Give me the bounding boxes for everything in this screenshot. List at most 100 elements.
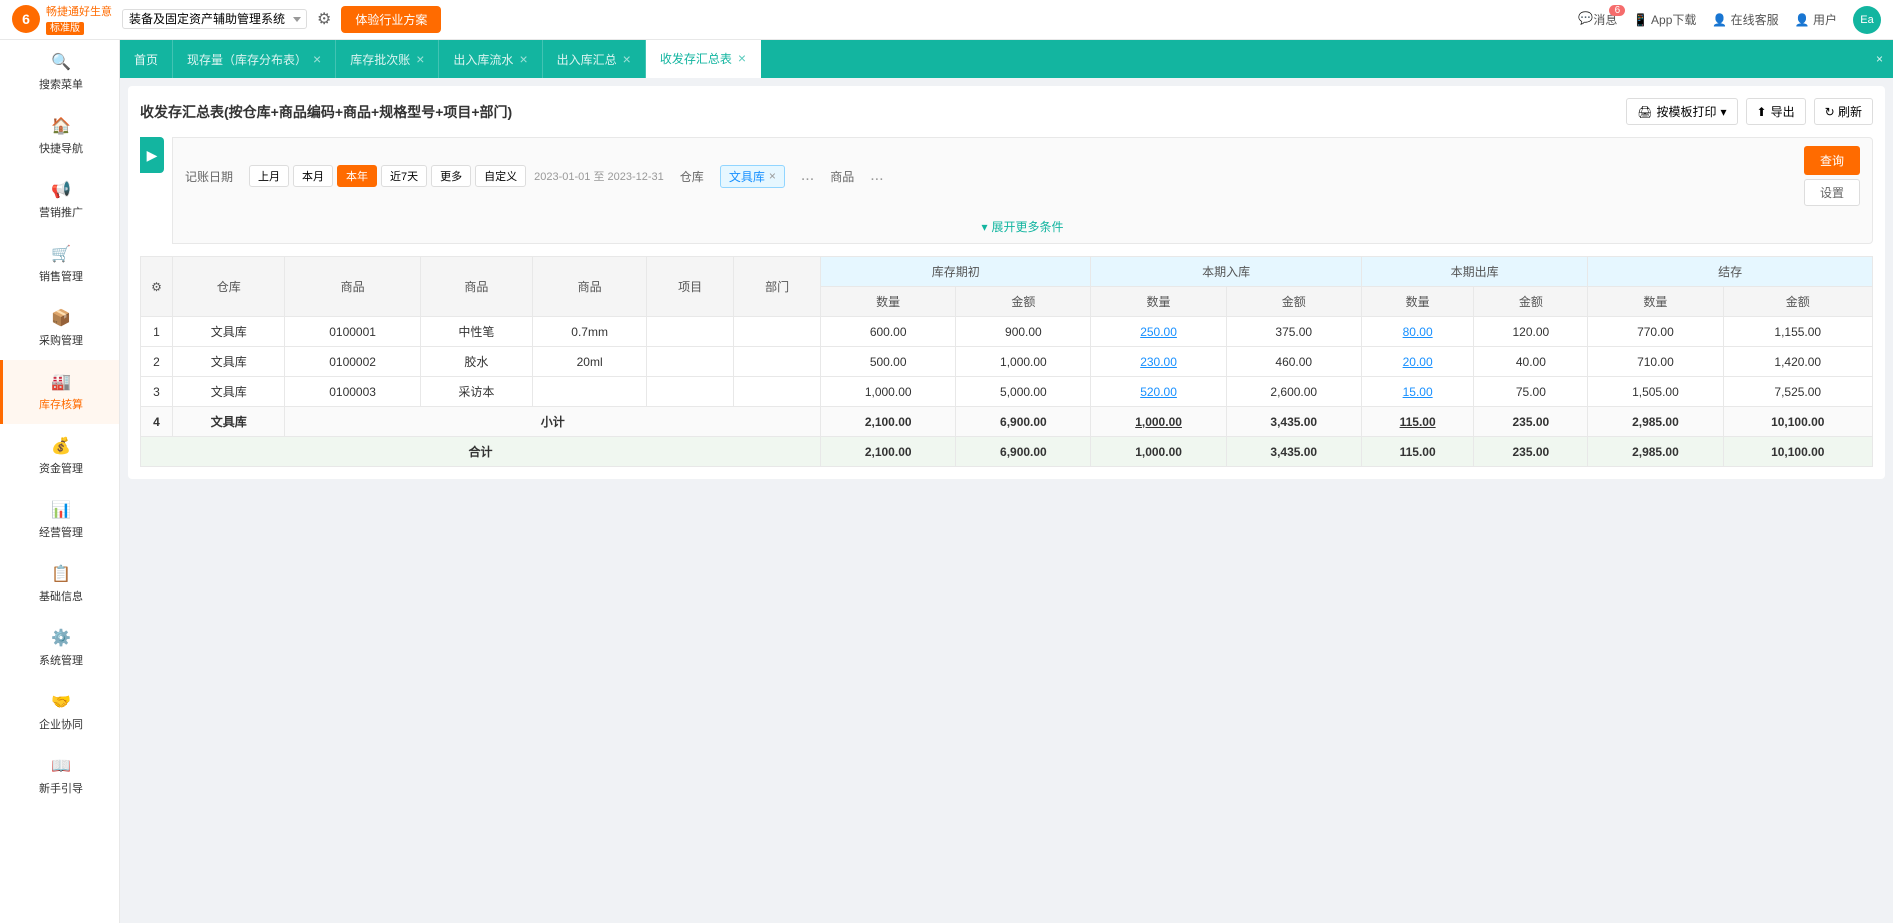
expand-more-button[interactable]: ▾ 展开更多条件 <box>981 218 1063 235</box>
refresh-button[interactable]: ↻ 刷新 <box>1814 98 1873 125</box>
settings-button[interactable]: ⚙ <box>317 9 331 29</box>
sidebar-item-baseinfo[interactable]: 📋 基础信息 <box>0 552 119 616</box>
row-out-qty[interactable]: 80.00 <box>1361 317 1474 347</box>
sidebar-item-inventory[interactable]: 🏭 库存核算 <box>0 360 119 424</box>
tab-close-icon[interactable]: × <box>416 51 424 67</box>
row-open-qty: 500.00 <box>821 347 956 377</box>
warehouse-tag-close[interactable]: × <box>769 169 776 183</box>
sidebar-item-label: 系统管理 <box>39 652 83 668</box>
subtotal-warehouse: 文具库 <box>173 407 285 437</box>
row-out-amt: 40.00 <box>1474 347 1588 377</box>
col-settings[interactable]: ⚙ <box>141 257 173 317</box>
row-warehouse: 文具库 <box>173 317 285 347</box>
row-out-qty[interactable]: 15.00 <box>1361 377 1474 407</box>
in-amt-header: 金额 <box>1226 287 1361 317</box>
date-btn-thismonth[interactable]: 本月 <box>293 165 333 187</box>
row-in-amt: 375.00 <box>1226 317 1361 347</box>
tab-home[interactable]: 首页 <box>120 40 173 78</box>
table-row: 3 文具库 0100003 采访本 1,000.00 5,000.00 520.… <box>141 377 1873 407</box>
page-title: 收发存汇总表(按仓库+商品编码+商品+规格型号+项目+部门) <box>140 102 512 122</box>
filter-row-1: 记账日期 上月 本月 本年 近7天 更多 自定义 2023-01-01 至 20… <box>185 146 1860 206</box>
date-btn-custom[interactable]: 自定义 <box>475 165 526 187</box>
date-btn-7days[interactable]: 近7天 <box>381 165 427 187</box>
data-table: ⚙ 仓库 商品 商品 商品 项目 部门 库存期初 本期入库 本期出库 结存 <box>140 256 1873 467</box>
tab-recv-send[interactable]: 收发存汇总表 × <box>646 40 761 78</box>
filter-toggle[interactable]: ▶ <box>140 137 164 173</box>
sidebar-item-purchase[interactable]: 📦 采购管理 <box>0 296 119 360</box>
query-button[interactable]: 查询 <box>1804 146 1860 175</box>
date-btn-lastmonth[interactable]: 上月 <box>249 165 289 187</box>
tab-inout-summary[interactable]: 出入库汇总 × <box>543 40 646 78</box>
warehouse-more-dots[interactable]: ... <box>801 167 814 185</box>
tag-label: 标准版 <box>46 22 84 35</box>
warehouse-tag[interactable]: 文具库 × <box>720 165 785 188</box>
sidebar-item-label: 企业协同 <box>39 716 83 732</box>
tab-inout-flow[interactable]: 出入库流水 × <box>439 40 542 78</box>
sidebar-item-quicknav[interactable]: 🏠 快捷导航 <box>0 104 119 168</box>
tab-close-icon[interactable]: × <box>519 51 527 67</box>
total-open-qty: 2,100.00 <box>821 437 956 467</box>
tab-label: 出入库流水 <box>453 51 513 68</box>
date-label: 记账日期 <box>185 168 233 185</box>
tab-close-icon[interactable]: × <box>623 51 631 67</box>
print-button[interactable]: 🖨 按模板打印 ▾ <box>1626 98 1737 125</box>
row-no: 2 <box>141 347 173 377</box>
table-container: ⚙ 仓库 商品 商品 商品 项目 部门 库存期初 本期入库 本期出库 结存 <box>140 256 1873 467</box>
row-in-qty[interactable]: 520.00 <box>1091 377 1226 407</box>
sidebar-item-system[interactable]: ⚙️ 系统管理 <box>0 616 119 680</box>
sidebar-item-sales[interactable]: 🛒 销售管理 <box>0 232 119 296</box>
total-in-qty: 1,000.00 <box>1091 437 1226 467</box>
system-icon: ⚙️ <box>51 628 71 648</box>
row-out-amt: 120.00 <box>1474 317 1588 347</box>
row-open-amt: 900.00 <box>956 317 1091 347</box>
date-btn-more[interactable]: 更多 <box>431 165 471 187</box>
sidebar-item-business[interactable]: 📊 经营管理 <box>0 488 119 552</box>
sidebar-item-label: 库存核算 <box>39 396 83 412</box>
row-in-qty[interactable]: 250.00 <box>1091 317 1226 347</box>
date-btn-thisyear[interactable]: 本年 <box>337 165 377 187</box>
subtotal-open-qty: 2,100.00 <box>821 407 956 437</box>
col-goods-name-header: 商品 <box>420 257 532 317</box>
sidebar-item-marketing[interactable]: 📢 营销推广 <box>0 168 119 232</box>
close-all-tab[interactable]: × <box>1866 40 1893 78</box>
tab-close-icon[interactable]: × <box>313 51 321 67</box>
row-close-qty: 770.00 <box>1588 317 1723 347</box>
sidebar-item-guide[interactable]: 📖 新手引导 <box>0 744 119 808</box>
user-icon: 👤 <box>1795 13 1810 27</box>
sidebar-item-label: 新手引导 <box>39 780 83 796</box>
row-project <box>647 347 734 377</box>
row-goods-spec <box>533 377 647 407</box>
sidebar-item-finance[interactable]: 💰 资金管理 <box>0 424 119 488</box>
col-goods-spec-header: 商品 <box>533 257 647 317</box>
settings-filter-button[interactable]: 设置 <box>1804 179 1860 206</box>
sidebar-item-collab[interactable]: 🤝 企业协同 <box>0 680 119 744</box>
in-qty-header: 数量 <box>1091 287 1226 317</box>
trial-button[interactable]: 体验行业方案 <box>341 6 441 33</box>
out-qty-header: 数量 <box>1361 287 1474 317</box>
export-button[interactable]: ⬆ 导出 <box>1746 98 1806 125</box>
business-icon: 📊 <box>51 500 71 520</box>
tab-batch[interactable]: 库存批次账 × <box>336 40 439 78</box>
row-open-amt: 1,000.00 <box>956 347 1091 377</box>
online-service[interactable]: 👤 在线客服 <box>1712 11 1778 28</box>
user-avatar[interactable]: Ea <box>1853 6 1881 34</box>
tab-inventory[interactable]: 现存量（库存分布表） × <box>173 40 336 78</box>
row-goods-name: 中性笔 <box>420 317 532 347</box>
user-area[interactable]: 👤 用户 <box>1795 11 1837 28</box>
messages-wrap[interactable]: 💬 6 消息 <box>1578 11 1617 28</box>
home-tab-label: 首页 <box>134 51 158 68</box>
row-goods-code: 0100001 <box>285 317 420 347</box>
row-goods-name: 胶水 <box>420 347 532 377</box>
row-in-qty[interactable]: 230.00 <box>1091 347 1226 377</box>
baseinfo-icon: 📋 <box>51 564 71 584</box>
tab-close-active-icon[interactable]: × <box>738 50 746 66</box>
sidebar-item-search[interactable]: 🔍 搜索菜单 <box>0 40 119 104</box>
system-select[interactable]: 装备及固定资产辅助管理系统 <box>122 9 307 29</box>
app-download[interactable]: 📱 App下载 <box>1633 11 1696 28</box>
purchase-icon: 📦 <box>51 308 71 328</box>
row-out-amt: 75.00 <box>1474 377 1588 407</box>
row-out-qty[interactable]: 20.00 <box>1361 347 1474 377</box>
total-out-qty: 115.00 <box>1361 437 1474 467</box>
service-icon: 👤 <box>1712 13 1727 27</box>
goods-more-dots[interactable]: ... <box>870 167 883 185</box>
